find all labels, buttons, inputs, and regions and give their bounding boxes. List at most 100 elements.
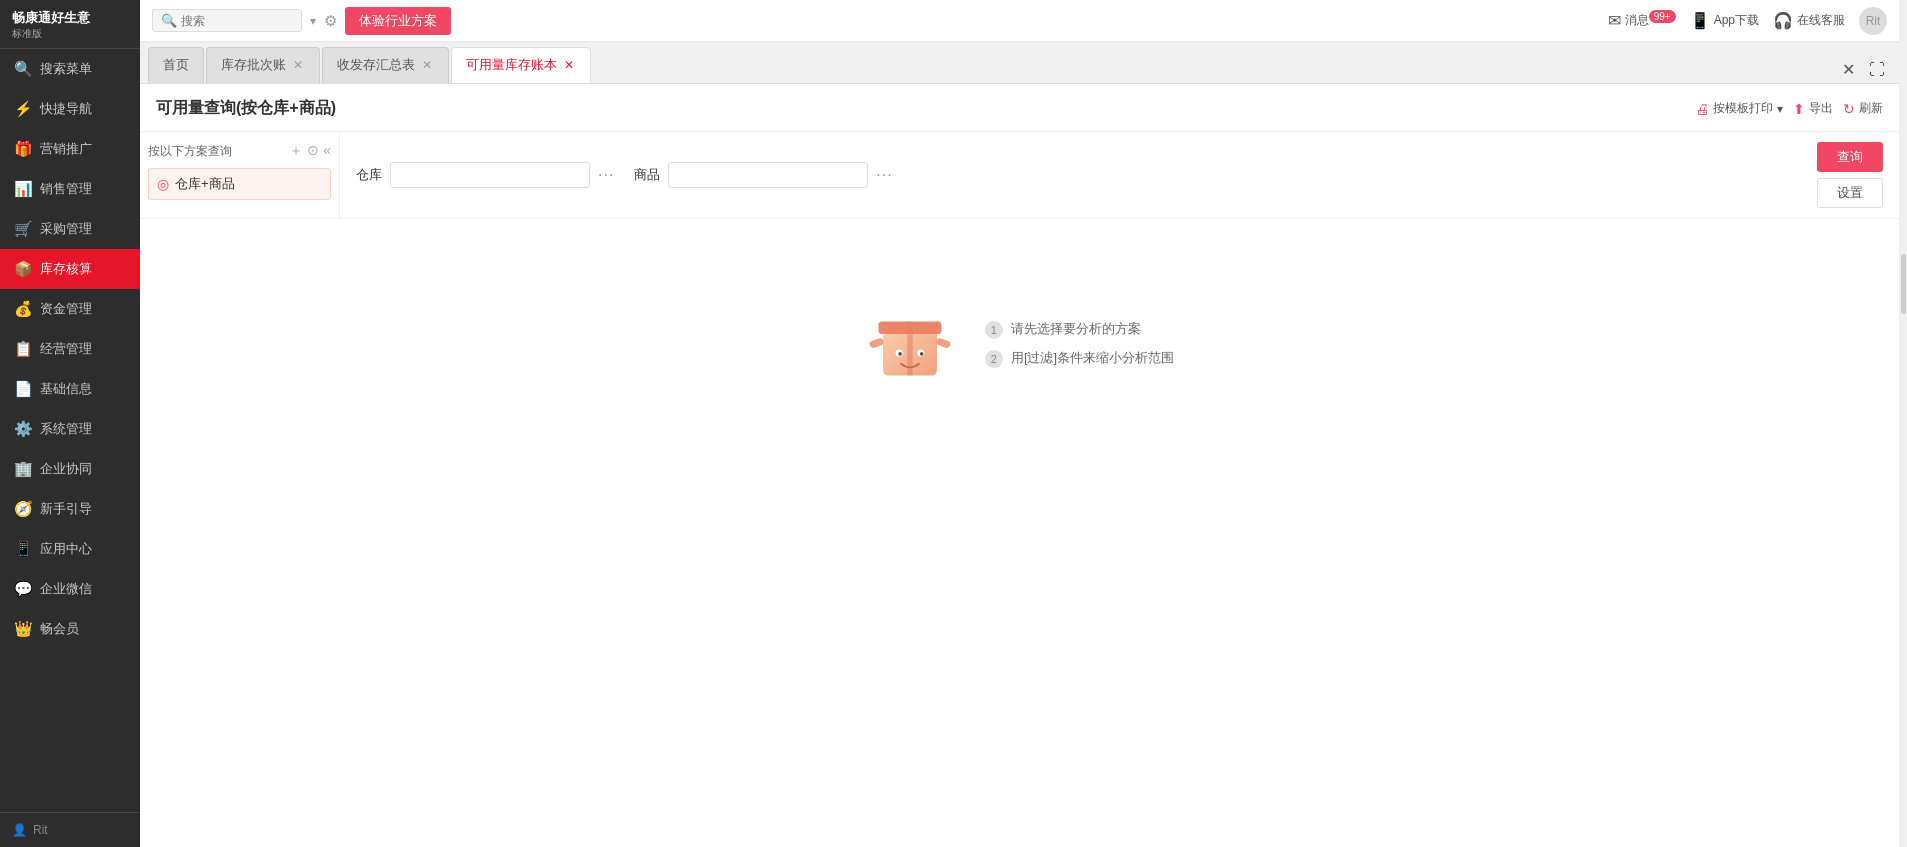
product-field-group: 商品 ··· [634, 162, 892, 188]
collapse-scheme-icon[interactable]: « [323, 142, 331, 160]
query-fields: 仓库 ··· 商品 ··· [340, 132, 1801, 218]
tab-close-available-ledger[interactable]: ✕ [562, 58, 576, 72]
sidebar-item-search[interactable]: 🔍搜索菜单 [0, 49, 140, 89]
sidebar-item-label-sales: 销售管理 [40, 180, 92, 198]
settings-scheme-icon[interactable]: ⊙ [307, 142, 319, 160]
sales-icon: 📊 [14, 180, 32, 198]
app-download-btn[interactable]: 📱 App下载 [1690, 11, 1759, 30]
empty-state: 1 请先选择要分析的方案 2 用[过滤]条件来缩小分析范围 [140, 219, 1899, 469]
warehouse-more-icon[interactable]: ··· [598, 166, 614, 184]
message-label: 消息 [1625, 12, 1649, 29]
export-label: 导出 [1809, 100, 1833, 117]
tab-stock-summary[interactable]: 收发存汇总表✕ [322, 47, 449, 83]
topbar-gear-icon[interactable]: ⚙ [324, 12, 337, 30]
empty-tips: 1 请先选择要分析的方案 2 用[过滤]条件来缩小分析范围 [985, 320, 1174, 368]
query-scheme-sidebar: 按以下方案查询 ＋ ⊙ « ◎ 仓库+商品 [140, 132, 340, 218]
tab-label-home: 首页 [163, 56, 189, 74]
export-icon: ⬆ [1793, 101, 1805, 117]
shortcut-icon: ⚡ [14, 100, 32, 118]
sidebar-item-label-inventory: 库存核算 [40, 260, 92, 278]
search-input[interactable] [181, 14, 291, 28]
query-btn[interactable]: 查询 [1817, 142, 1883, 172]
main-area: 🔍 ▾ ⚙ 体验行业方案 ✉ 消息 99+ 📱 App下载 🎧 在线客服 Rit [140, 0, 1899, 847]
sidebar-item-finance[interactable]: 💰资金管理 [0, 289, 140, 329]
finance-icon: 💰 [14, 300, 32, 318]
message-badge: 99+ [1649, 10, 1676, 23]
print-chevron-icon[interactable]: ▾ [1777, 102, 1783, 116]
search-icon: 🔍 [14, 60, 32, 78]
settings-btn[interactable]: 设置 [1817, 178, 1883, 208]
sidebar-scroll: 🔍搜索菜单 ⚡ 快捷导航 🎁营销推广 📊 销售管理 🛒采购管理📦库存核算💰资金管理📋经营管理… [0, 49, 140, 812]
tab-close-btn[interactable]: ✕ [1838, 56, 1859, 83]
app-label: App下载 [1714, 12, 1759, 29]
scheme-item-label: 仓库+商品 [175, 175, 235, 193]
page-header-actions: 🖨 按模板打印 ▾ ⬆ 导出 ↻ 刷新 [1695, 100, 1883, 117]
user-avatar[interactable]: Rit [1859, 7, 1887, 35]
sidebar-item-system[interactable]: ⚙️系统管理 [0, 409, 140, 449]
sidebar-item-member[interactable]: 👑畅会员 [0, 609, 140, 649]
warehouse-label: 仓库 [356, 166, 382, 184]
sidebar: 畅康通好生意 标准版 🔍搜索菜单 ⚡ 快捷导航 🎁营销推广 📊 销售管理 🛒采购管理📦库存核… [0, 0, 140, 847]
sidebar-item-label-wechat: 企业微信 [40, 580, 92, 598]
print-btn[interactable]: 🖨 按模板打印 ▾ [1695, 100, 1783, 117]
refresh-btn[interactable]: ↻ 刷新 [1843, 100, 1883, 117]
tab-available-ledger[interactable]: 可用量库存账本✕ [451, 47, 591, 83]
sidebar-logo-name: 畅康通好生意 [12, 10, 128, 27]
tab-expand-btn[interactable]: ⛶ [1865, 57, 1889, 83]
service-icon: 🎧 [1773, 11, 1793, 30]
page-header: 可用量查询(按仓库+商品) 🖨 按模板打印 ▾ ⬆ 导出 ↻ 刷新 [140, 84, 1899, 132]
sidebar-bottom: 👤 Rit [0, 812, 140, 847]
online-service-btn[interactable]: 🎧 在线客服 [1773, 11, 1845, 30]
message-btn[interactable]: ✉ 消息 99+ [1608, 11, 1676, 30]
sidebar-item-newbie[interactable]: 🧭新手引导 [0, 489, 140, 529]
sidebar-item-marketing[interactable]: 🎁营销推广 [0, 129, 140, 169]
sidebar-item-sales[interactable]: 📊 销售管理 [0, 169, 140, 209]
right-scroll-handle[interactable] [1899, 0, 1907, 847]
add-scheme-icon[interactable]: ＋ [289, 142, 303, 160]
scheme-item-warehouse-product[interactable]: ◎ 仓库+商品 [148, 168, 331, 200]
tabs-bar: 首页库存批次账✕收发存汇总表✕可用量库存账本✕ ✕ ⛶ [140, 42, 1899, 84]
print-label: 按模板打印 [1713, 100, 1773, 117]
scheme-item-icon: ◎ [157, 176, 169, 192]
sidebar-item-purchase[interactable]: 🛒采购管理 [0, 209, 140, 249]
tab-close-stock-summary[interactable]: ✕ [420, 58, 434, 72]
sidebar-item-basic[interactable]: 📄基础信息 [0, 369, 140, 409]
purchase-icon: 🛒 [14, 220, 32, 238]
member-icon: 👑 [14, 620, 32, 638]
svg-point-5 [898, 352, 902, 356]
product-input[interactable] [668, 162, 868, 188]
sidebar-item-shortcut[interactable]: ⚡ 快捷导航 [0, 89, 140, 129]
warehouse-input[interactable] [390, 162, 590, 188]
export-btn[interactable]: ⬆ 导出 [1793, 100, 1833, 117]
topbar-chevron-icon[interactable]: ▾ [310, 14, 316, 28]
scheme-section-label: 按以下方案查询 [148, 143, 232, 160]
tab-label-batch-ledger: 库存批次账 [221, 56, 286, 74]
basic-icon: 📄 [14, 380, 32, 398]
product-more-icon[interactable]: ··· [876, 166, 892, 184]
sidebar-item-enterprise[interactable]: 🏢企业协同 [0, 449, 140, 489]
scheme-actions: ＋ ⊙ « [289, 142, 331, 160]
topbar-search-box[interactable]: 🔍 [152, 9, 302, 32]
topbar: 🔍 ▾ ⚙ 体验行业方案 ✉ 消息 99+ 📱 App下载 🎧 在线客服 Rit [140, 0, 1899, 42]
tip-num-2: 2 [985, 350, 1003, 368]
sidebar-item-wechat[interactable]: 💬企业微信 [0, 569, 140, 609]
product-label: 商品 [634, 166, 660, 184]
message-icon: ✉ [1608, 11, 1621, 30]
service-label: 在线客服 [1797, 12, 1845, 29]
page-title: 可用量查询(按仓库+商品) [156, 98, 336, 119]
sidebar-item-appstore[interactable]: 📱应用中心 [0, 529, 140, 569]
sidebar-item-operations[interactable]: 📋经营管理 [0, 329, 140, 369]
tab-home[interactable]: 首页 [148, 47, 204, 83]
sidebar-item-inventory[interactable]: 📦库存核算 [0, 249, 140, 289]
sidebar-logo-sub: 标准版 [12, 27, 128, 40]
tab-close-batch-ledger[interactable]: ✕ [291, 58, 305, 72]
tip-text-1: 请先选择要分析的方案 [1011, 320, 1141, 338]
warehouse-field-group: 仓库 ··· [356, 162, 614, 188]
sidebar-item-label-shortcut: 快捷导航 [40, 100, 92, 118]
tip-item-2: 2 用[过滤]条件来缩小分析范围 [985, 349, 1174, 368]
tab-batch-ledger[interactable]: 库存批次账 ✕ [206, 47, 320, 83]
trial-btn[interactable]: 体验行业方案 [345, 7, 451, 35]
sidebar-item-label-enterprise: 企业协同 [40, 460, 92, 478]
svg-rect-8 [935, 337, 951, 349]
print-icon: 🖨 [1695, 101, 1709, 117]
